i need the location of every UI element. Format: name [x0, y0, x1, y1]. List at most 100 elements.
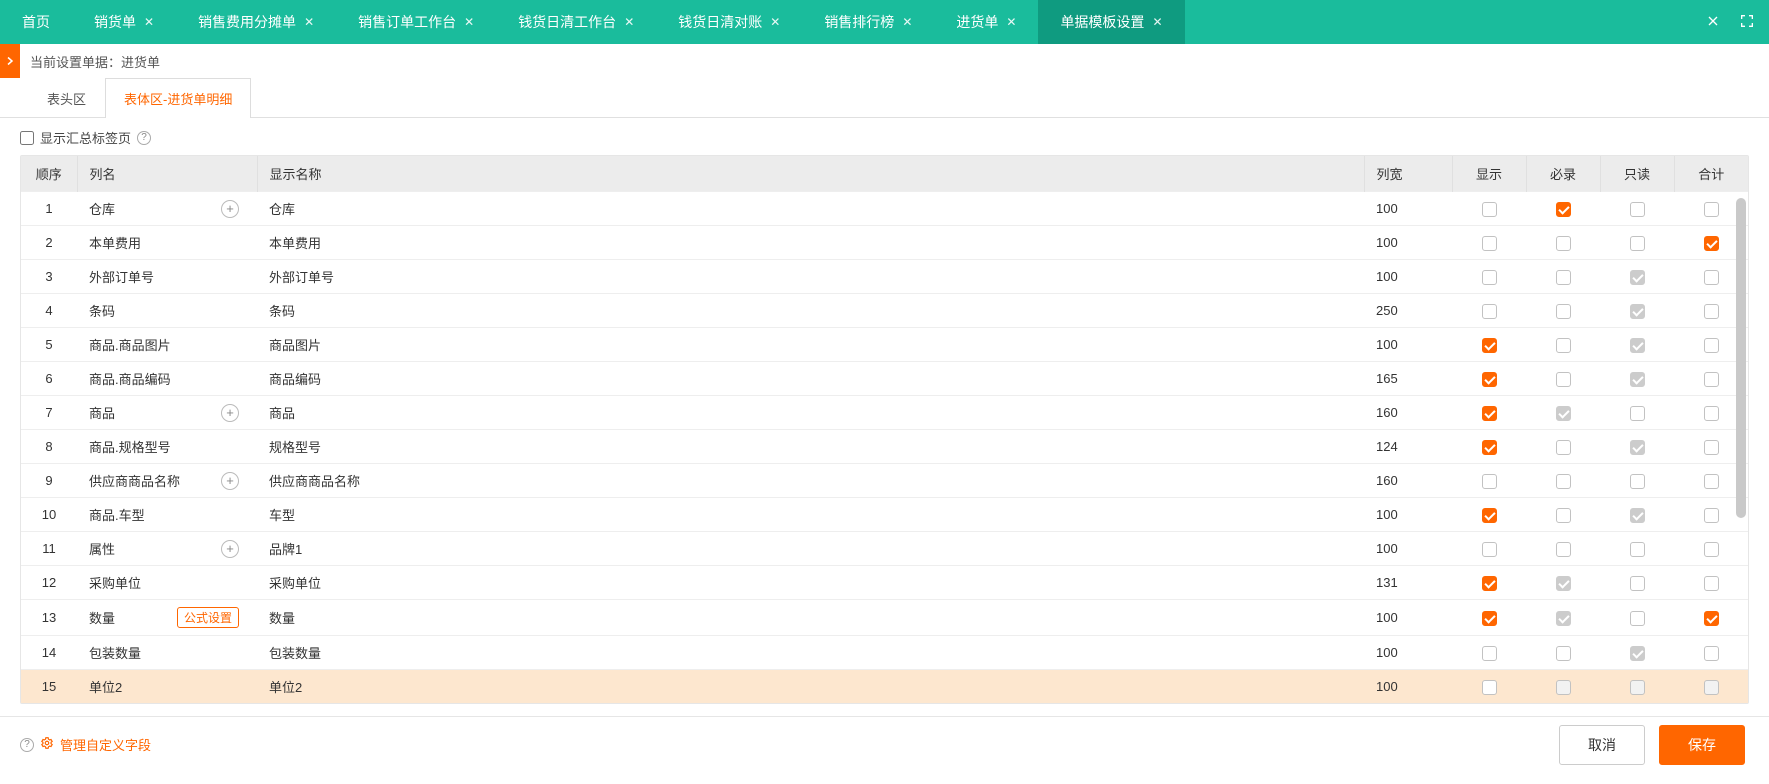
expand-icon[interactable]: + — [221, 540, 239, 558]
cell-width[interactable]: 160 — [1364, 464, 1452, 498]
tab-5[interactable]: 销售排行榜✕ — [802, 0, 934, 44]
cell-dispname[interactable]: 规格型号 — [257, 430, 1364, 464]
tab-close-icon[interactable]: ✕ — [902, 15, 912, 29]
table-row[interactable]: 12采购单位采购单位131 — [21, 566, 1748, 600]
table-row[interactable]: 11属性+品牌1100 — [21, 532, 1748, 566]
tab-close-icon[interactable]: ✕ — [1152, 15, 1162, 29]
checkbox-readonly[interactable] — [1630, 576, 1645, 591]
tab-close-icon[interactable]: ✕ — [624, 15, 634, 29]
table-row[interactable]: 2本单费用本单费用100 — [21, 226, 1748, 260]
checkbox-show[interactable] — [1482, 646, 1497, 661]
checkbox-show[interactable] — [1482, 474, 1497, 489]
cell-dispname[interactable]: 采购单位 — [257, 566, 1364, 600]
checkbox-total[interactable] — [1704, 338, 1719, 353]
cell-width[interactable]: 100 — [1364, 192, 1452, 226]
fullscreen-icon[interactable] — [1739, 13, 1755, 32]
tab-close-icon[interactable]: ✕ — [770, 15, 780, 29]
custom-fields-help-icon[interactable]: ? — [20, 738, 34, 752]
cell-dispname[interactable]: 单位2 — [257, 670, 1364, 704]
tab-0[interactable]: 销货单✕ — [72, 0, 176, 44]
tab-close-icon[interactable]: ✕ — [464, 15, 474, 29]
cell-dispname[interactable]: 品牌1 — [257, 532, 1364, 566]
cell-width[interactable]: 160 — [1364, 396, 1452, 430]
checkbox-total[interactable] — [1704, 508, 1719, 523]
expand-icon[interactable]: + — [221, 472, 239, 490]
show-summary-help-icon[interactable]: ? — [137, 131, 151, 145]
checkbox-required[interactable] — [1556, 236, 1571, 251]
checkbox-required[interactable] — [1556, 474, 1571, 489]
cell-dispname[interactable]: 数量 — [257, 600, 1364, 636]
checkbox-total[interactable] — [1704, 202, 1719, 217]
save-button[interactable]: 保存 — [1659, 725, 1745, 765]
checkbox-show[interactable] — [1482, 270, 1497, 285]
cell-dispname[interactable]: 仓库 — [257, 192, 1364, 226]
cell-width[interactable]: 131 — [1364, 566, 1452, 600]
cell-width[interactable]: 165 — [1364, 362, 1452, 396]
cell-dispname[interactable]: 供应商商品名称 — [257, 464, 1364, 498]
expand-icon[interactable]: + — [221, 200, 239, 218]
cell-width[interactable]: 100 — [1364, 636, 1452, 670]
checkbox-readonly[interactable] — [1630, 542, 1645, 557]
cell-dispname[interactable]: 商品图片 — [257, 328, 1364, 362]
checkbox-total[interactable] — [1704, 304, 1719, 319]
table-row[interactable]: 4条码条码250 — [21, 294, 1748, 328]
cell-dispname[interactable]: 本单费用 — [257, 226, 1364, 260]
cell-width[interactable]: 100 — [1364, 328, 1452, 362]
checkbox-show[interactable] — [1482, 406, 1497, 421]
tab-2[interactable]: 销售订单工作台✕ — [336, 0, 496, 44]
sub-tab-body-area[interactable]: 表体区-进货单明细 — [105, 78, 251, 118]
cell-width[interactable]: 250 — [1364, 294, 1452, 328]
checkbox-total[interactable] — [1704, 542, 1719, 557]
sub-tab-header-area[interactable]: 表头区 — [28, 78, 105, 118]
checkbox-readonly[interactable] — [1630, 611, 1645, 626]
checkbox-show[interactable] — [1482, 440, 1497, 455]
tab-1[interactable]: 销售费用分摊单✕ — [176, 0, 336, 44]
checkbox-show[interactable] — [1482, 680, 1497, 695]
formula-settings-button[interactable]: 公式设置 — [177, 607, 239, 628]
expand-icon[interactable]: + — [221, 404, 239, 422]
cell-dispname[interactable]: 包装数量 — [257, 636, 1364, 670]
checkbox-readonly[interactable] — [1630, 202, 1645, 217]
checkbox-total[interactable] — [1704, 474, 1719, 489]
checkbox-total[interactable] — [1704, 576, 1719, 591]
checkbox-total[interactable] — [1704, 646, 1719, 661]
checkbox-show[interactable] — [1482, 338, 1497, 353]
close-all-icon[interactable] — [1705, 13, 1721, 32]
cell-dispname[interactable]: 外部订单号 — [257, 260, 1364, 294]
checkbox-required[interactable] — [1556, 304, 1571, 319]
tab-close-icon[interactable]: ✕ — [144, 15, 154, 29]
cell-dispname[interactable]: 车型 — [257, 498, 1364, 532]
tab-3[interactable]: 钱货日清工作台✕ — [496, 0, 656, 44]
tab-4[interactable]: 钱货日清对账✕ — [656, 0, 802, 44]
table-row[interactable]: 10商品.车型车型100 — [21, 498, 1748, 532]
table-row[interactable]: 13数量公式设置数量100 — [21, 600, 1748, 636]
checkbox-total[interactable] — [1704, 406, 1719, 421]
tab-home[interactable]: 首页 — [0, 0, 72, 44]
table-row[interactable]: 9供应商商品名称+供应商商品名称160 — [21, 464, 1748, 498]
cancel-button[interactable]: 取消 — [1559, 725, 1645, 765]
show-summary-checkbox[interactable] — [20, 131, 34, 145]
table-row[interactable]: 6商品.商品编码商品编码165 — [21, 362, 1748, 396]
cell-width[interactable]: 100 — [1364, 498, 1452, 532]
table-row[interactable]: 3外部订单号外部订单号100 — [21, 260, 1748, 294]
context-expand-icon[interactable] — [0, 44, 20, 78]
checkbox-show[interactable] — [1482, 304, 1497, 319]
cell-dispname[interactable]: 条码 — [257, 294, 1364, 328]
checkbox-required[interactable] — [1556, 440, 1571, 455]
checkbox-show[interactable] — [1482, 508, 1497, 523]
checkbox-show[interactable] — [1482, 372, 1497, 387]
table-row[interactable]: 14包装数量包装数量100 — [21, 636, 1748, 670]
table-row[interactable]: 5商品.商品图片商品图片100 — [21, 328, 1748, 362]
tab-close-icon[interactable]: ✕ — [304, 15, 314, 29]
checkbox-readonly[interactable] — [1630, 406, 1645, 421]
tab-7[interactable]: 单据模板设置✕ — [1038, 0, 1184, 44]
checkbox-show[interactable] — [1482, 611, 1497, 626]
manage-custom-fields-link[interactable]: ? 管理自定义字段 — [20, 735, 151, 754]
cell-dispname[interactable]: 商品编码 — [257, 362, 1364, 396]
checkbox-required[interactable] — [1556, 202, 1571, 217]
cell-width[interactable]: 100 — [1364, 226, 1452, 260]
checkbox-readonly[interactable] — [1630, 474, 1645, 489]
cell-width[interactable]: 100 — [1364, 670, 1452, 704]
checkbox-total[interactable] — [1704, 440, 1719, 455]
checkbox-show[interactable] — [1482, 542, 1497, 557]
